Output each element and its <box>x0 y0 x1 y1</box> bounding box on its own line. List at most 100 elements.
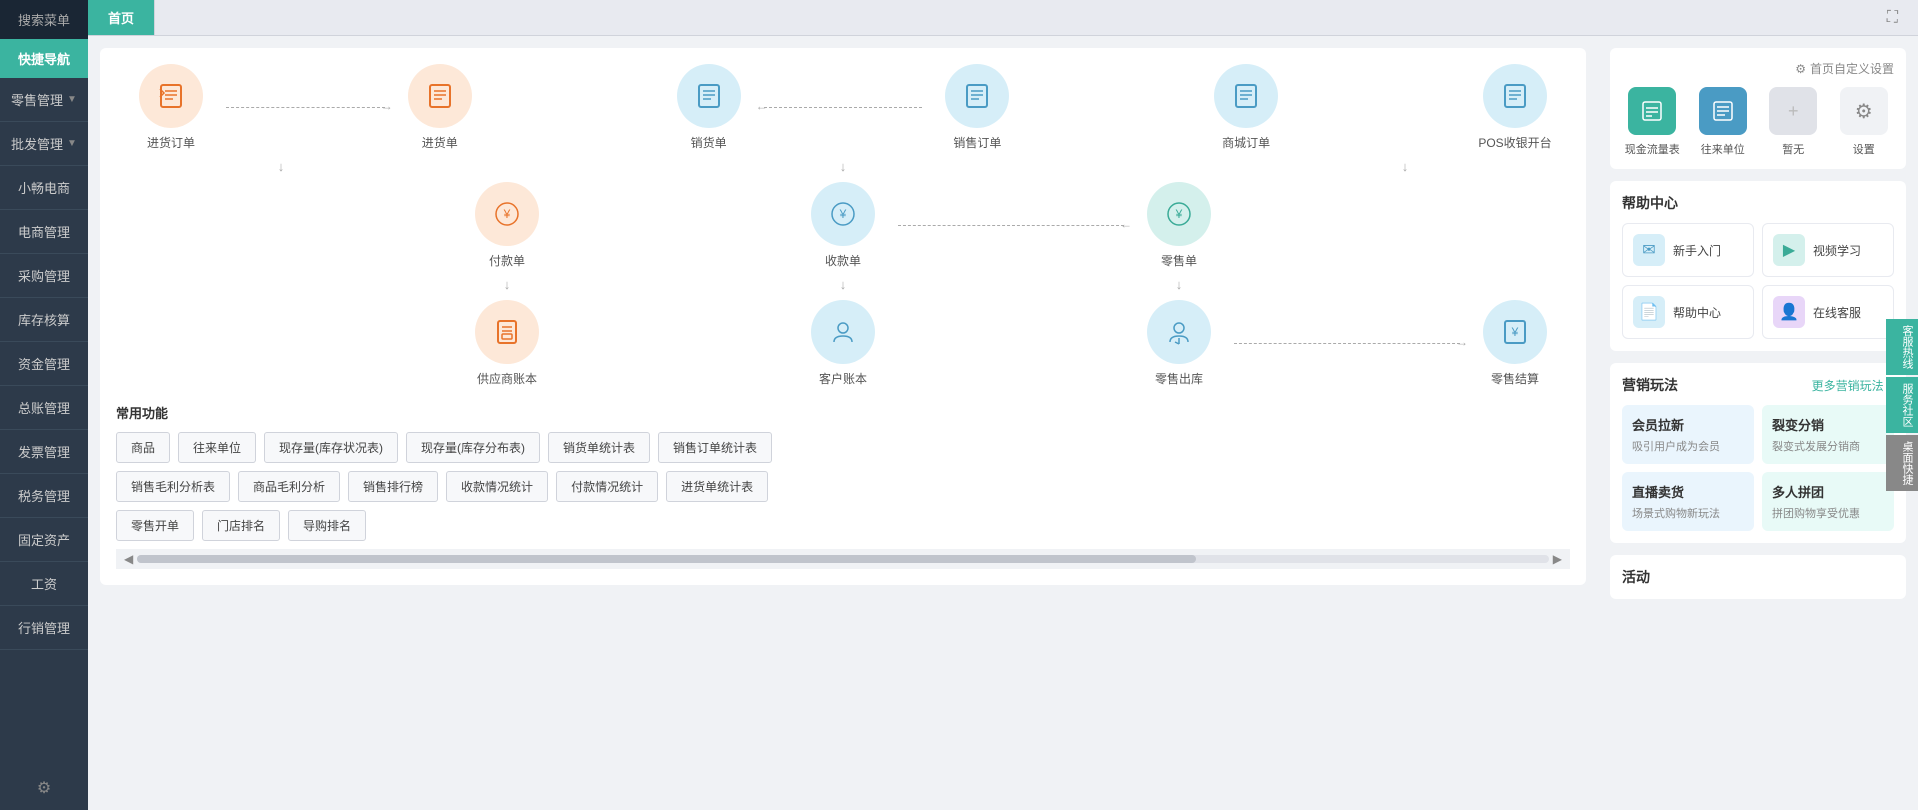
marketing-member[interactable]: 会员拉新 吸引用户成为会员 <box>1622 405 1754 464</box>
fullscreen-button[interactable]: ⛶ <box>1879 5 1906 31</box>
right-panel: ⚙ 首页自定义设置 现金流量表 往来单位 <box>1598 36 1918 810</box>
marketing-group[interactable]: 多人拼团 拼团购物享受优惠 <box>1762 472 1894 531</box>
sidebar: 搜索菜单 快捷导航 零售管理▼ 批发管理▼ 小畅电商 电商管理 采购管理 库存核… <box>0 0 88 810</box>
func-btn-contacts[interactable]: 往来单位 <box>178 432 256 463</box>
flow-row-3: 供应商账本 客户账本 <box>116 300 1570 387</box>
flow-node-customer-book[interactable]: 客户账本 <box>788 300 898 387</box>
func-btn-goods-profit[interactable]: 商品毛利分析 <box>238 471 340 502</box>
scroll-thumb[interactable] <box>137 555 1196 563</box>
shortcut-settings[interactable]: ⚙ 设置 <box>1834 87 1895 157</box>
flow-node-retail-settle[interactable]: ¥ 零售结算 <box>1460 300 1570 387</box>
flow-node-purchase-order[interactable]: 进货订单 <box>116 64 226 151</box>
flow-node-sales[interactable]: 销货单 <box>654 64 764 151</box>
scroll-track[interactable] <box>137 555 1549 563</box>
sidebar-item-assets[interactable]: 固定资产 <box>0 518 88 562</box>
sidebar-item-payroll[interactable]: 工资 <box>0 562 88 606</box>
shortcut-none[interactable]: + 暂无 <box>1763 87 1824 157</box>
left-panel: 进货订单 进货单 <box>88 36 1598 810</box>
sidebar-item-tax[interactable]: 税务管理 <box>0 474 88 518</box>
func-btn-store-rank[interactable]: 门店排名 <box>202 510 280 541</box>
help-title: 帮助中心 <box>1622 193 1894 213</box>
quick-nav-card: 进货订单 进货单 <box>100 48 1586 585</box>
sidebar-search[interactable]: 搜索菜单 <box>0 0 88 39</box>
help-item-beginner[interactable]: ✉ 新手入门 <box>1622 223 1754 277</box>
down-arrows-row-2: ↓ ↓ ↓ <box>116 277 1570 292</box>
flow-node-shop-order[interactable]: 商城订单 <box>1191 64 1301 151</box>
content-area: 进货订单 进货单 <box>88 36 1918 810</box>
func-row-2: 销售毛利分析表 商品毛利分析 销售排行榜 收款情况统计 付款情况统计 进货单统计… <box>116 471 1570 502</box>
func-btn-sales-order-stat[interactable]: 销售订单统计表 <box>658 432 772 463</box>
flow-node-purchase[interactable]: 进货单 <box>385 64 495 151</box>
main-area: 首页 ⛶ 进货订单 <box>88 0 1918 810</box>
common-funcs: 常用功能 商品 往来单位 现存量(库存状况表) 现存量(库存分布表) 销货单统计… <box>116 403 1570 541</box>
marketing-section: 营销玩法 更多营销玩法 > 会员拉新 吸引用户成为会员 裂变分销 裂变式发展分销… <box>1610 363 1906 543</box>
sidebar-item-wholesale[interactable]: 批发管理▼ <box>0 122 88 166</box>
func-btn-sales-stat[interactable]: 销货单统计表 <box>548 432 650 463</box>
sidebar-item-finance[interactable]: 资金管理 <box>0 342 88 386</box>
flow-node-retail[interactable]: ¥ 零售单 <box>1124 182 1234 269</box>
func-btn-purchase-stat[interactable]: 进货单统计表 <box>666 471 768 502</box>
sidebar-item-marketing[interactable]: 行销管理 <box>0 606 88 650</box>
flow-arrow-1 <box>226 107 385 108</box>
flow-arrow-3 <box>1234 343 1460 344</box>
tab-home[interactable]: 首页 <box>88 0 155 35</box>
func-btn-goods[interactable]: 商品 <box>116 432 170 463</box>
flow-node-receipt[interactable]: ¥ 收款单 <box>788 182 898 269</box>
func-btn-retail-order[interactable]: 零售开单 <box>116 510 194 541</box>
flow-row-1: 进货订单 进货单 <box>116 64 1570 151</box>
flow-node-sales-order[interactable]: 销售订单 <box>922 64 1032 151</box>
sidebar-item-ledger[interactable]: 总账管理 <box>0 386 88 430</box>
marketing-grid: 会员拉新 吸引用户成为会员 裂变分销 裂变式发展分销商 直播卖货 场景式购物新玩… <box>1622 405 1894 531</box>
func-row-3: 零售开单 门店排名 导购排名 <box>116 510 1570 541</box>
shortcut-contacts[interactable]: 往来单位 <box>1693 87 1754 157</box>
sidebar-item-ecom-small[interactable]: 小畅电商 <box>0 166 88 210</box>
activity-section: 活动 <box>1610 555 1906 599</box>
shortcut-cashflow[interactable]: 现金流量表 <box>1622 87 1683 157</box>
flow-node-retail-out[interactable]: 零售出库 <box>1124 300 1234 387</box>
help-section: 帮助中心 ✉ 新手入门 ▶ 视频学习 📄 帮助中心 👤 <box>1610 181 1906 351</box>
sidebar-item-invoice[interactable]: 发票管理 <box>0 430 88 474</box>
scroll-right-btn[interactable]: ▶ <box>1549 552 1566 566</box>
float-btn-community[interactable]: 服务社区 <box>1886 377 1918 433</box>
func-btn-sales-rank[interactable]: 销售排行榜 <box>348 471 438 502</box>
help-item-support[interactable]: 👤 在线客服 <box>1762 285 1894 339</box>
help-item-video[interactable]: ▶ 视频学习 <box>1762 223 1894 277</box>
svg-text:¥: ¥ <box>1175 207 1183 221</box>
common-funcs-title: 常用功能 <box>116 403 1570 422</box>
flow-diagram: 进货订单 进货单 <box>116 64 1570 387</box>
svg-text:¥: ¥ <box>503 207 511 221</box>
func-btn-stock-dist[interactable]: 现存量(库存分布表) <box>406 432 540 463</box>
sidebar-settings-icon[interactable]: ⚙ <box>0 766 88 810</box>
scroll-container: ◀ ▶ <box>116 549 1570 569</box>
marketing-title: 营销玩法 <box>1622 375 1678 395</box>
marketing-more-link[interactable]: 更多营销玩法 > <box>1812 377 1894 394</box>
svg-text:¥: ¥ <box>839 207 847 221</box>
flow-row-2: ¥ 付款单 ¥ 收款单 <box>116 182 1570 269</box>
sidebar-item-retail[interactable]: 零售管理▼ <box>0 78 88 122</box>
scroll-left-btn[interactable]: ◀ <box>120 552 137 566</box>
svg-text:¥: ¥ <box>1511 325 1519 339</box>
help-grid: ✉ 新手入门 ▶ 视频学习 📄 帮助中心 👤 在线客服 <box>1622 223 1894 339</box>
func-btn-sales-profit[interactable]: 销售毛利分析表 <box>116 471 230 502</box>
float-btn-desktop[interactable]: 桌面快捷 <box>1886 435 1918 491</box>
shortcuts-section: ⚙ 首页自定义设置 现金流量表 往来单位 <box>1610 48 1906 169</box>
func-row-1: 商品 往来单位 现存量(库存状况表) 现存量(库存分布表) 销货单统计表 销售订… <box>116 432 1570 463</box>
flow-node-supplier-book[interactable]: 供应商账本 <box>452 300 562 387</box>
sidebar-item-purchase[interactable]: 采购管理 <box>0 254 88 298</box>
shortcuts-grid: 现金流量表 往来单位 + 暂无 <box>1622 87 1894 157</box>
marketing-fission[interactable]: 裂变分销 裂变式发展分销商 <box>1762 405 1894 464</box>
float-btn-hotline[interactable]: 客服热线 <box>1886 319 1918 375</box>
activity-title: 活动 <box>1622 567 1894 587</box>
flow-node-pos[interactable]: POS收银开台 <box>1460 64 1570 151</box>
sidebar-item-inventory[interactable]: 库存核算 <box>0 298 88 342</box>
sidebar-item-ecom-mgmt[interactable]: 电商管理 <box>0 210 88 254</box>
func-btn-payment-stat[interactable]: 付款情况统计 <box>556 471 658 502</box>
marketing-live[interactable]: 直播卖货 场景式购物新玩法 <box>1622 472 1754 531</box>
func-btn-receipt-stat[interactable]: 收款情况统计 <box>446 471 548 502</box>
flow-node-payment[interactable]: ¥ 付款单 <box>452 182 562 269</box>
shortcuts-config-btn[interactable]: ⚙ 首页自定义设置 <box>1795 60 1894 77</box>
func-btn-guide-rank[interactable]: 导购排名 <box>288 510 366 541</box>
help-item-docs[interactable]: 📄 帮助中心 <box>1622 285 1754 339</box>
func-btn-stock-status[interactable]: 现存量(库存状况表) <box>264 432 398 463</box>
floating-buttons: 客服热线 服务社区 桌面快捷 <box>1886 319 1918 491</box>
